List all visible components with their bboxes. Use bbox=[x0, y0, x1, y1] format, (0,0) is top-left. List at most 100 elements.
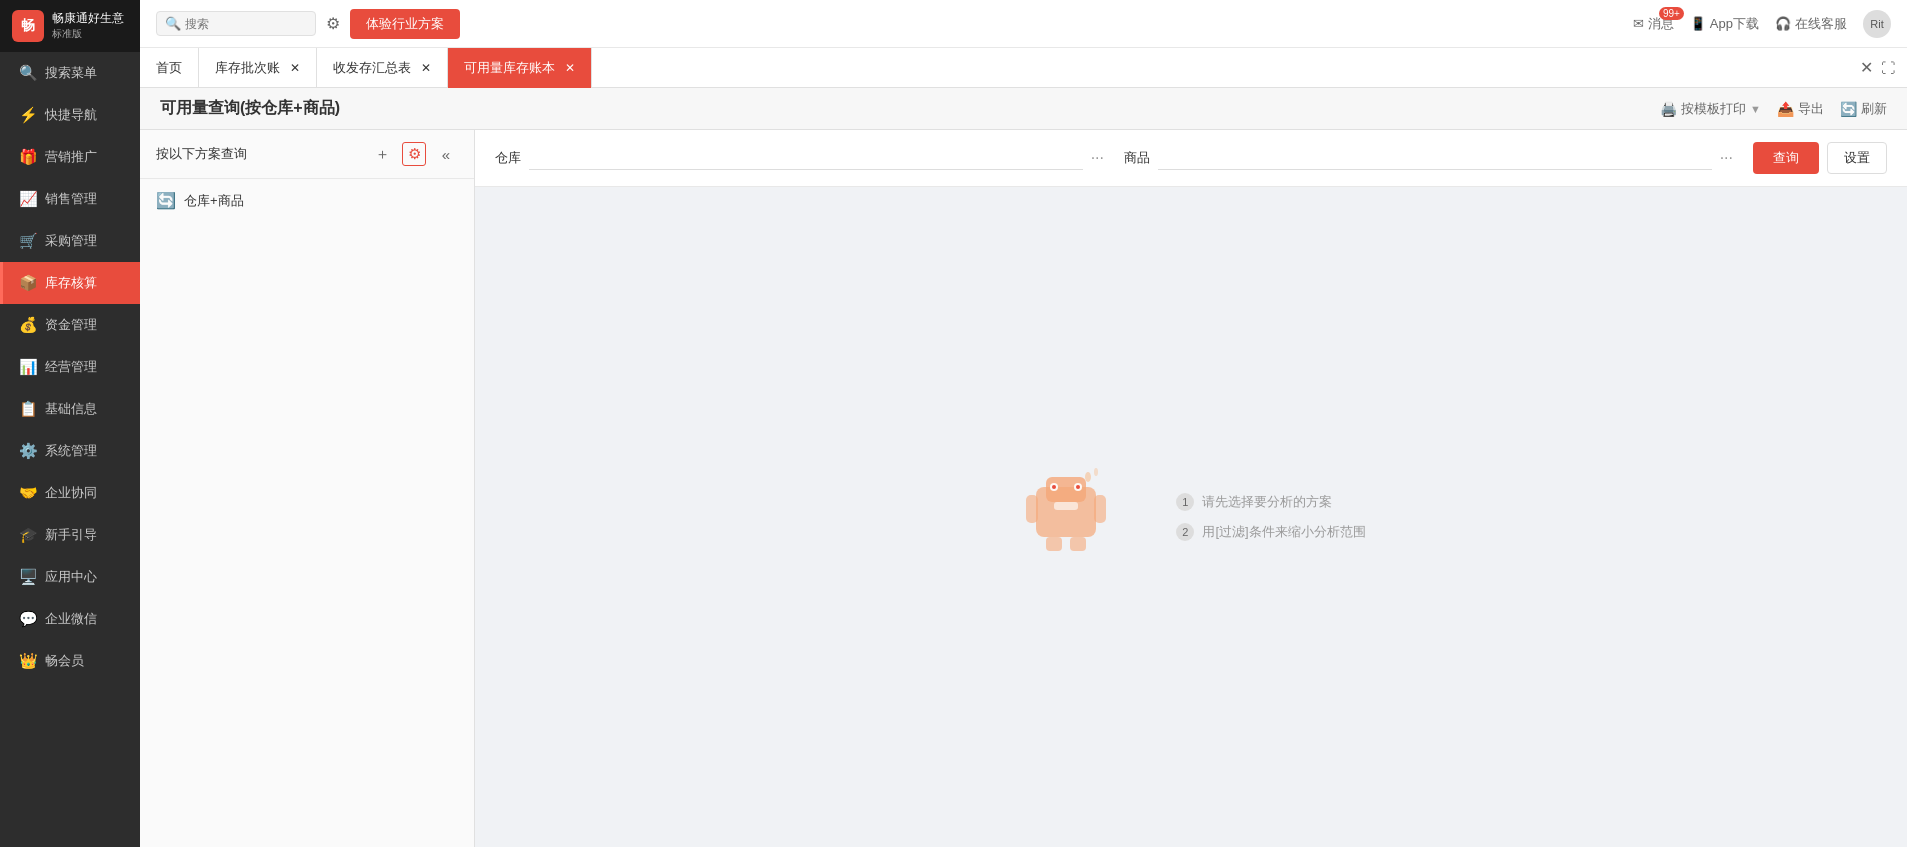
page-title: 可用量查询(按仓库+商品) bbox=[160, 98, 340, 119]
finance-icon: 💰 bbox=[19, 316, 37, 334]
sidebar-item-purchase[interactable]: 🛒 采购管理 bbox=[0, 220, 140, 262]
tab-available[interactable]: 可用量库存账本 ✕ bbox=[448, 48, 592, 88]
tab-collect[interactable]: 收发存汇总表 ✕ bbox=[317, 48, 448, 88]
sidebar-nav: 🔍 搜索菜单 ⚡ 快捷导航 🎁 营销推广 📈 销售管理 🛒 采购管理 📦 库存核… bbox=[0, 52, 140, 847]
sidebar-item-search[interactable]: 🔍 搜索菜单 bbox=[0, 52, 140, 94]
tab-collect-close[interactable]: ✕ bbox=[421, 62, 431, 74]
tabbar-right-actions: ✕ ⛶ bbox=[1848, 58, 1907, 77]
svg-rect-7 bbox=[1026, 495, 1038, 523]
online-service-button[interactable]: 🎧 在线客服 bbox=[1775, 15, 1847, 33]
sidebar-item-sales[interactable]: 📈 销售管理 bbox=[0, 178, 140, 220]
sales-icon: 📈 bbox=[19, 190, 37, 208]
search-input[interactable] bbox=[185, 17, 285, 31]
search-icon: 🔍 bbox=[19, 64, 37, 82]
left-panel-actions: ＋ ⚙ « bbox=[370, 142, 458, 166]
sidebar-item-operations[interactable]: 📊 经营管理 bbox=[0, 346, 140, 388]
scheme-item-warehouse-goods[interactable]: 🔄 仓库+商品 bbox=[140, 179, 474, 222]
topbar: 🔍 ⚙ 体验行业方案 ✉ 消息 99+ 📱 App下载 🎧 在线客服 Rit bbox=[140, 0, 1907, 48]
tab-batch-close[interactable]: ✕ bbox=[290, 62, 300, 74]
empty-state: 1 请先选择要分析的方案 2 用[过滤]条件来缩小分析范围 bbox=[475, 187, 1907, 847]
add-scheme-button[interactable]: ＋ bbox=[370, 142, 394, 166]
trial-industry-button[interactable]: 体验行业方案 bbox=[350, 9, 460, 39]
sidebar-header: 畅 畅康通好生意 标准版 bbox=[0, 0, 140, 52]
refresh-action[interactable]: 🔄 刷新 bbox=[1840, 100, 1887, 118]
tab-batch[interactable]: 库存批次账 ✕ bbox=[199, 48, 317, 88]
warehouse-input[interactable] bbox=[529, 146, 1083, 170]
sidebar: 畅 畅康通好生意 标准版 🔍 搜索菜单 ⚡ 快捷导航 🎁 营销推广 📈 销售管理… bbox=[0, 0, 140, 847]
filter-actions: 查询 设置 bbox=[1753, 142, 1887, 174]
sidebar-item-inventory[interactable]: 📦 库存核算 bbox=[0, 262, 140, 304]
settings-scheme-button[interactable]: ⚙ bbox=[402, 142, 426, 166]
goods-filter-group: 商品 ··· bbox=[1124, 146, 1733, 170]
sidebar-logo: 畅 bbox=[12, 10, 44, 42]
tab-home[interactable]: 首页 bbox=[140, 48, 199, 88]
sidebar-item-newbie[interactable]: 🎓 新手引导 bbox=[0, 514, 140, 556]
cooperation-icon: 🤝 bbox=[19, 484, 37, 502]
message-button[interactable]: ✉ 消息 99+ bbox=[1633, 15, 1674, 33]
sidebar-item-appstore[interactable]: 🖥️ 应用中心 bbox=[0, 556, 140, 598]
sidebar-item-member[interactable]: 👑 畅会员 bbox=[0, 640, 140, 682]
svg-rect-10 bbox=[1070, 537, 1086, 551]
print-action[interactable]: 🖨️ 按模板打印 ▼ bbox=[1660, 100, 1761, 118]
message-badge: 99+ bbox=[1659, 7, 1684, 20]
page-header: 可用量查询(按仓库+商品) 🖨️ 按模板打印 ▼ 📤 导出 🔄 刷新 bbox=[140, 88, 1907, 130]
warehouse-more-icon[interactable]: ··· bbox=[1091, 149, 1104, 167]
sidebar-title: 畅康通好生意 bbox=[52, 11, 124, 27]
sidebar-item-wechat[interactable]: 💬 企业微信 bbox=[0, 598, 140, 640]
settings-button[interactable]: 设置 bbox=[1827, 142, 1887, 174]
goods-label: 商品 bbox=[1124, 149, 1150, 167]
inventory-icon: 📦 bbox=[19, 274, 37, 292]
user-avatar[interactable]: Rit bbox=[1863, 10, 1891, 38]
topbar-right: ✉ 消息 99+ 📱 App下载 🎧 在线客服 Rit bbox=[1633, 10, 1891, 38]
export-action[interactable]: 📤 导出 bbox=[1777, 100, 1824, 118]
right-panel: 仓库 ··· 商品 ··· 查询 设置 bbox=[475, 130, 1907, 847]
app-download-button[interactable]: 📱 App下载 bbox=[1690, 15, 1759, 33]
refresh-icon: 🔄 bbox=[1840, 101, 1857, 117]
empty-illustration bbox=[1016, 457, 1136, 577]
tabbar-close-icon[interactable]: ✕ bbox=[1860, 58, 1873, 77]
sidebar-item-shortcut[interactable]: ⚡ 快捷导航 bbox=[0, 94, 140, 136]
sidebar-item-basic[interactable]: 📋 基础信息 bbox=[0, 388, 140, 430]
collapse-panel-button[interactable]: « bbox=[434, 142, 458, 166]
basic-icon: 📋 bbox=[19, 400, 37, 418]
sidebar-item-finance[interactable]: 💰 资金管理 bbox=[0, 304, 140, 346]
left-panel: 按以下方案查询 ＋ ⚙ « 🔄 仓库+商品 bbox=[140, 130, 475, 847]
empty-text: 1 请先选择要分析的方案 2 用[过滤]条件来缩小分析范围 bbox=[1176, 493, 1365, 541]
tabbar: 首页 库存批次账 ✕ 收发存汇总表 ✕ 可用量库存账本 ✕ ✕ ⛶ bbox=[140, 48, 1907, 88]
main-content: 🔍 ⚙ 体验行业方案 ✉ 消息 99+ 📱 App下载 🎧 在线客服 Rit bbox=[140, 0, 1907, 847]
svg-point-12 bbox=[1094, 468, 1098, 476]
sidebar-subtitle: 标准版 bbox=[52, 27, 124, 41]
shortcut-icon: ⚡ bbox=[19, 106, 37, 124]
svg-rect-9 bbox=[1046, 537, 1062, 551]
empty-step-1: 1 请先选择要分析的方案 bbox=[1176, 493, 1365, 511]
scheme-icon: 🔄 bbox=[156, 191, 176, 210]
member-icon: 👑 bbox=[19, 652, 37, 670]
service-icon: 🎧 bbox=[1775, 16, 1791, 31]
empty-robot-svg bbox=[1016, 457, 1116, 557]
svg-point-4 bbox=[1052, 485, 1056, 489]
step-2-number: 2 bbox=[1176, 523, 1194, 541]
sidebar-item-cooperation[interactable]: 🤝 企业协同 bbox=[0, 472, 140, 514]
goods-more-icon[interactable]: ··· bbox=[1720, 149, 1733, 167]
goods-input[interactable] bbox=[1158, 146, 1712, 170]
gear-icon[interactable]: ⚙ bbox=[326, 14, 340, 33]
filter-row: 仓库 ··· 商品 ··· 查询 设置 bbox=[475, 130, 1907, 187]
tabbar-expand-icon[interactable]: ⛶ bbox=[1881, 60, 1895, 76]
sidebar-item-system[interactable]: ⚙️ 系统管理 bbox=[0, 430, 140, 472]
print-dropdown-icon[interactable]: ▼ bbox=[1750, 103, 1761, 115]
svg-point-5 bbox=[1076, 485, 1080, 489]
newbie-icon: 🎓 bbox=[19, 526, 37, 544]
search-box[interactable]: 🔍 bbox=[156, 11, 316, 36]
wechat-icon: 💬 bbox=[19, 610, 37, 628]
purchase-icon: 🛒 bbox=[19, 232, 37, 250]
search-icon-topbar: 🔍 bbox=[165, 16, 181, 31]
sidebar-item-marketing[interactable]: 🎁 营销推广 bbox=[0, 136, 140, 178]
system-icon: ⚙️ bbox=[19, 442, 37, 460]
tab-available-close[interactable]: ✕ bbox=[565, 62, 575, 74]
svg-rect-8 bbox=[1094, 495, 1106, 523]
query-button[interactable]: 查询 bbox=[1753, 142, 1819, 174]
svg-rect-6 bbox=[1054, 502, 1078, 510]
left-panel-header: 按以下方案查询 ＋ ⚙ « bbox=[140, 130, 474, 179]
print-icon: 🖨️ bbox=[1660, 101, 1677, 117]
page-header-actions: 🖨️ 按模板打印 ▼ 📤 导出 🔄 刷新 bbox=[1660, 100, 1887, 118]
